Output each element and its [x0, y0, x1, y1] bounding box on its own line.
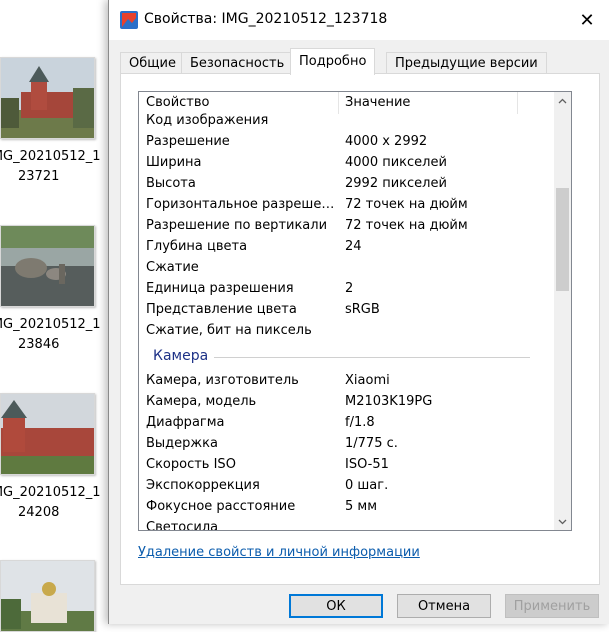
- tab-previous-versions[interactable]: Предыдущие версии: [386, 52, 547, 74]
- properties-list[interactable]: Свойство Значение Код изображения Разреш…: [138, 91, 572, 531]
- property-row[interactable]: Представление цвета sRGB: [139, 299, 554, 320]
- property-row[interactable]: Светосила: [139, 517, 554, 530]
- photo-thumbnail-3[interactable]: [0, 393, 95, 475]
- explorer-background: IMG_20210512_1 23721 IMG_20210512_1 2384…: [0, 0, 112, 632]
- details-panel: Свойство Значение Код изображения Разреш…: [120, 73, 600, 585]
- title-bar[interactable]: Свойства: IMG_20210512_123718 ✕: [109, 0, 609, 40]
- close-icon[interactable]: ✕: [564, 0, 609, 40]
- property-row[interactable]: Скорость ISO ISO-51: [139, 454, 554, 475]
- property-row[interactable]: Ширина 4000 пикселей: [139, 152, 554, 173]
- photo-thumbnail-4[interactable]: [0, 560, 95, 632]
- property-row[interactable]: Глубина цвета 24: [139, 236, 554, 257]
- vertical-scrollbar[interactable]: [554, 92, 571, 530]
- property-row[interactable]: Разрешение 4000 x 2992: [139, 131, 554, 152]
- thumbnail-3-label[interactable]: IMG_20210512_1 24208: [0, 483, 112, 523]
- window-title: Свойства: IMG_20210512_123718: [144, 11, 388, 27]
- column-header-value[interactable]: Значение: [345, 95, 410, 110]
- scroll-down-icon[interactable]: [554, 513, 571, 530]
- property-row[interactable]: Экспокоррекция 0 шаг.: [139, 475, 554, 496]
- properties-dialog: Свойства: IMG_20210512_123718 ✕ Общие Бе…: [108, 0, 609, 624]
- property-row[interactable]: Камера, изготовитель Xiaomi: [139, 370, 554, 391]
- property-row[interactable]: Код изображения: [139, 110, 554, 131]
- section-divider: [214, 357, 530, 358]
- column-header-property[interactable]: Свойство: [146, 95, 209, 110]
- property-row[interactable]: Фокусное расстояние 5 мм: [139, 496, 554, 517]
- property-row[interactable]: Разрешение по вертикали 72 точек на дюйм: [139, 215, 554, 236]
- photo-thumbnail-2[interactable]: [0, 225, 95, 307]
- tab-details[interactable]: Подробно: [290, 48, 376, 75]
- tab-general[interactable]: Общие: [120, 52, 185, 74]
- thumbnail-1-label[interactable]: IMG_20210512_1 23721: [0, 147, 112, 187]
- property-row[interactable]: Единица разрешения 2: [139, 278, 554, 299]
- section-header-camera: Камера: [153, 348, 209, 364]
- ok-button[interactable]: ОК: [289, 594, 383, 618]
- scroll-up-icon[interactable]: [554, 92, 571, 109]
- apply-button[interactable]: Применить: [505, 594, 599, 618]
- photo-thumbnail-1[interactable]: [0, 57, 95, 139]
- property-row[interactable]: Выдержка 1/775 с.: [139, 433, 554, 454]
- property-row[interactable]: Камера, модель M2103K19PG: [139, 391, 554, 412]
- property-row[interactable]: Диафрагма f/1.8: [139, 412, 554, 433]
- thumbnail-2-label[interactable]: IMG_20210512_1 23846: [0, 315, 112, 355]
- scrollbar-thumb[interactable]: [556, 188, 569, 291]
- property-row[interactable]: Сжатие, бит на пиксель: [139, 320, 554, 341]
- photos-app-icon: [120, 11, 138, 29]
- tab-security[interactable]: Безопасность: [181, 52, 294, 74]
- cancel-button[interactable]: Отмена: [397, 594, 491, 618]
- property-row[interactable]: Горизонтальное разрешен... 72 точек на дю…: [139, 194, 554, 215]
- remove-properties-link[interactable]: Удаление свойств и личной информации: [138, 545, 420, 560]
- property-row[interactable]: Высота 2992 пикселей: [139, 173, 554, 194]
- property-row[interactable]: Сжатие: [139, 257, 554, 278]
